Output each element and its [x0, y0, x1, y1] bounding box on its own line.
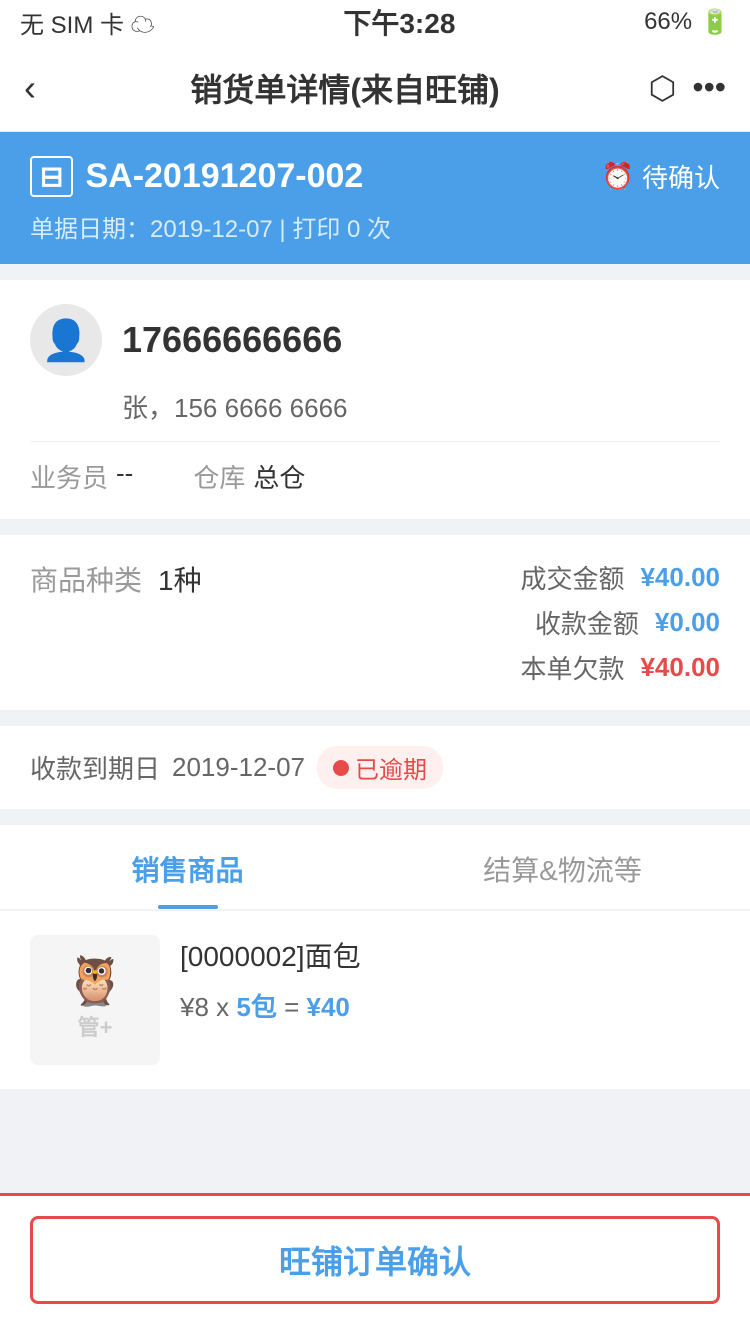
- overdue-dot-icon: [333, 760, 349, 776]
- share-icon[interactable]: ⬡: [648, 69, 676, 107]
- divider: [30, 441, 720, 442]
- customer-info: 张，156 6666 6666: [122, 388, 720, 425]
- product-name: [0000002]面包: [180, 935, 720, 975]
- due-date-label: 收款到期日: [30, 749, 160, 786]
- deal-amount-row: 成交金额 ¥40.00: [520, 559, 720, 596]
- received-amount-value: ¥0.00: [655, 607, 720, 638]
- warehouse-item: 仓库 总仓: [193, 458, 305, 495]
- due-card: 收款到期日 2019-12-07 已逾期: [0, 726, 750, 809]
- product-type-label: 商品种类: [30, 559, 142, 599]
- bottom-button-area: 旺铺订单确认: [0, 1193, 750, 1334]
- status-bar-time: 下午3:28: [343, 2, 455, 42]
- order-id: ⊟ SA-20191207-002: [30, 156, 363, 197]
- customer-phone: 17666666666: [122, 319, 342, 361]
- received-amount-row: 收款金额 ¥0.00: [535, 604, 720, 641]
- nav-actions: ⬡ •••: [606, 69, 726, 107]
- product-info: [0000002]面包 ¥8 x 5包 = ¥40: [180, 935, 720, 1024]
- summary-left: 商品种类 1种: [30, 559, 202, 599]
- summary-card: 商品种类 1种 成交金额 ¥40.00 收款金额 ¥0.00 本单欠款 ¥40.…: [0, 535, 750, 710]
- confirm-order-button[interactable]: 旺铺订单确认: [30, 1216, 720, 1304]
- back-button[interactable]: ‹: [24, 67, 84, 109]
- due-date-value: 2019-12-07: [172, 752, 305, 783]
- page-title: 销货单详情(来自旺铺): [84, 65, 606, 111]
- owl-icon: 🦉: [65, 958, 125, 1006]
- confirm-button-label: 旺铺订单确认: [279, 1237, 471, 1283]
- status-bar-right: 66% 🔋: [644, 8, 730, 37]
- tab-settlement[interactable]: 结算&物流等: [375, 825, 750, 909]
- order-status: ⏰ 待确认: [602, 158, 720, 195]
- status-bar: 无 SIM 卡 ☁ 下午3:28 66% 🔋: [0, 0, 750, 44]
- warehouse-label: 仓库: [193, 458, 245, 495]
- avatar: 👤: [30, 304, 102, 376]
- clock-icon: ⏰: [602, 161, 634, 192]
- order-header-top: ⊟ SA-20191207-002 ⏰ 待确认: [30, 156, 720, 197]
- price-equals: =: [277, 992, 307, 1022]
- debt-amount-label: 本单欠款: [520, 649, 624, 686]
- order-id-icon: ⊟: [30, 156, 73, 197]
- product-price: ¥8 x 5包 = ¥40: [180, 987, 720, 1024]
- overdue-text: 已逾期: [355, 750, 427, 785]
- product-type-item: 商品种类 1种: [30, 559, 202, 599]
- battery-icon: 🔋: [700, 8, 730, 37]
- summary-right: 成交金额 ¥40.00 收款金额 ¥0.00 本单欠款 ¥40.00: [520, 559, 720, 686]
- customer-card: 👤 17666666666 张，156 6666 6666 业务员 -- 仓库 …: [0, 280, 750, 519]
- more-icon[interactable]: •••: [692, 69, 726, 106]
- product-card: 🦉 管+ [0000002]面包 ¥8 x 5包 = ¥40: [0, 911, 750, 1089]
- debt-amount-row: 本单欠款 ¥40.00: [520, 649, 720, 686]
- nav-bar: ‹ 销货单详情(来自旺铺) ⬡ •••: [0, 44, 750, 132]
- avatar-icon: 👤: [41, 317, 91, 364]
- received-amount-label: 收款金额: [535, 604, 639, 641]
- deal-amount-value: ¥40.00: [640, 562, 720, 593]
- price-base: ¥8 x: [180, 992, 236, 1022]
- order-header-card: ⊟ SA-20191207-002 ⏰ 待确认 单据日期：2019-12-07 …: [0, 132, 750, 264]
- warehouse-value: 总仓: [253, 458, 305, 495]
- product-logo: 🦉 管+: [65, 958, 125, 1042]
- sim-status: 无 SIM 卡 ☁: [20, 5, 155, 40]
- product-image: 🦉 管+: [30, 935, 160, 1065]
- overdue-badge: 已逾期: [317, 746, 443, 789]
- customer-meta: 业务员 -- 仓库 总仓: [30, 458, 720, 495]
- product-type-value: 1种: [158, 559, 202, 599]
- debt-amount-value: ¥40.00: [640, 652, 720, 683]
- customer-row: 👤 17666666666: [30, 304, 720, 376]
- tabs-container: 销售商品 结算&物流等: [0, 825, 750, 909]
- price-total: ¥40: [306, 992, 349, 1022]
- price-quantity: 5包: [236, 992, 276, 1022]
- deal-amount-label: 成交金额: [520, 559, 624, 596]
- order-status-text: 待确认: [642, 158, 720, 195]
- order-date: 单据日期：2019-12-07 | 打印 0 次: [30, 209, 720, 244]
- order-id-text: SA-20191207-002: [85, 157, 363, 196]
- brand-text: 管+: [78, 1010, 113, 1042]
- tab-settlement-label: 结算&物流等: [483, 855, 642, 886]
- battery-status: 66%: [644, 8, 692, 36]
- status-bar-left: 无 SIM 卡 ☁: [20, 5, 155, 40]
- tab-sales-label: 销售商品: [131, 855, 243, 886]
- salesperson-value: --: [116, 458, 133, 495]
- tab-sales-products[interactable]: 销售商品: [0, 825, 375, 909]
- salesperson-label: 业务员: [30, 458, 108, 495]
- salesperson-item: 业务员 --: [30, 458, 133, 495]
